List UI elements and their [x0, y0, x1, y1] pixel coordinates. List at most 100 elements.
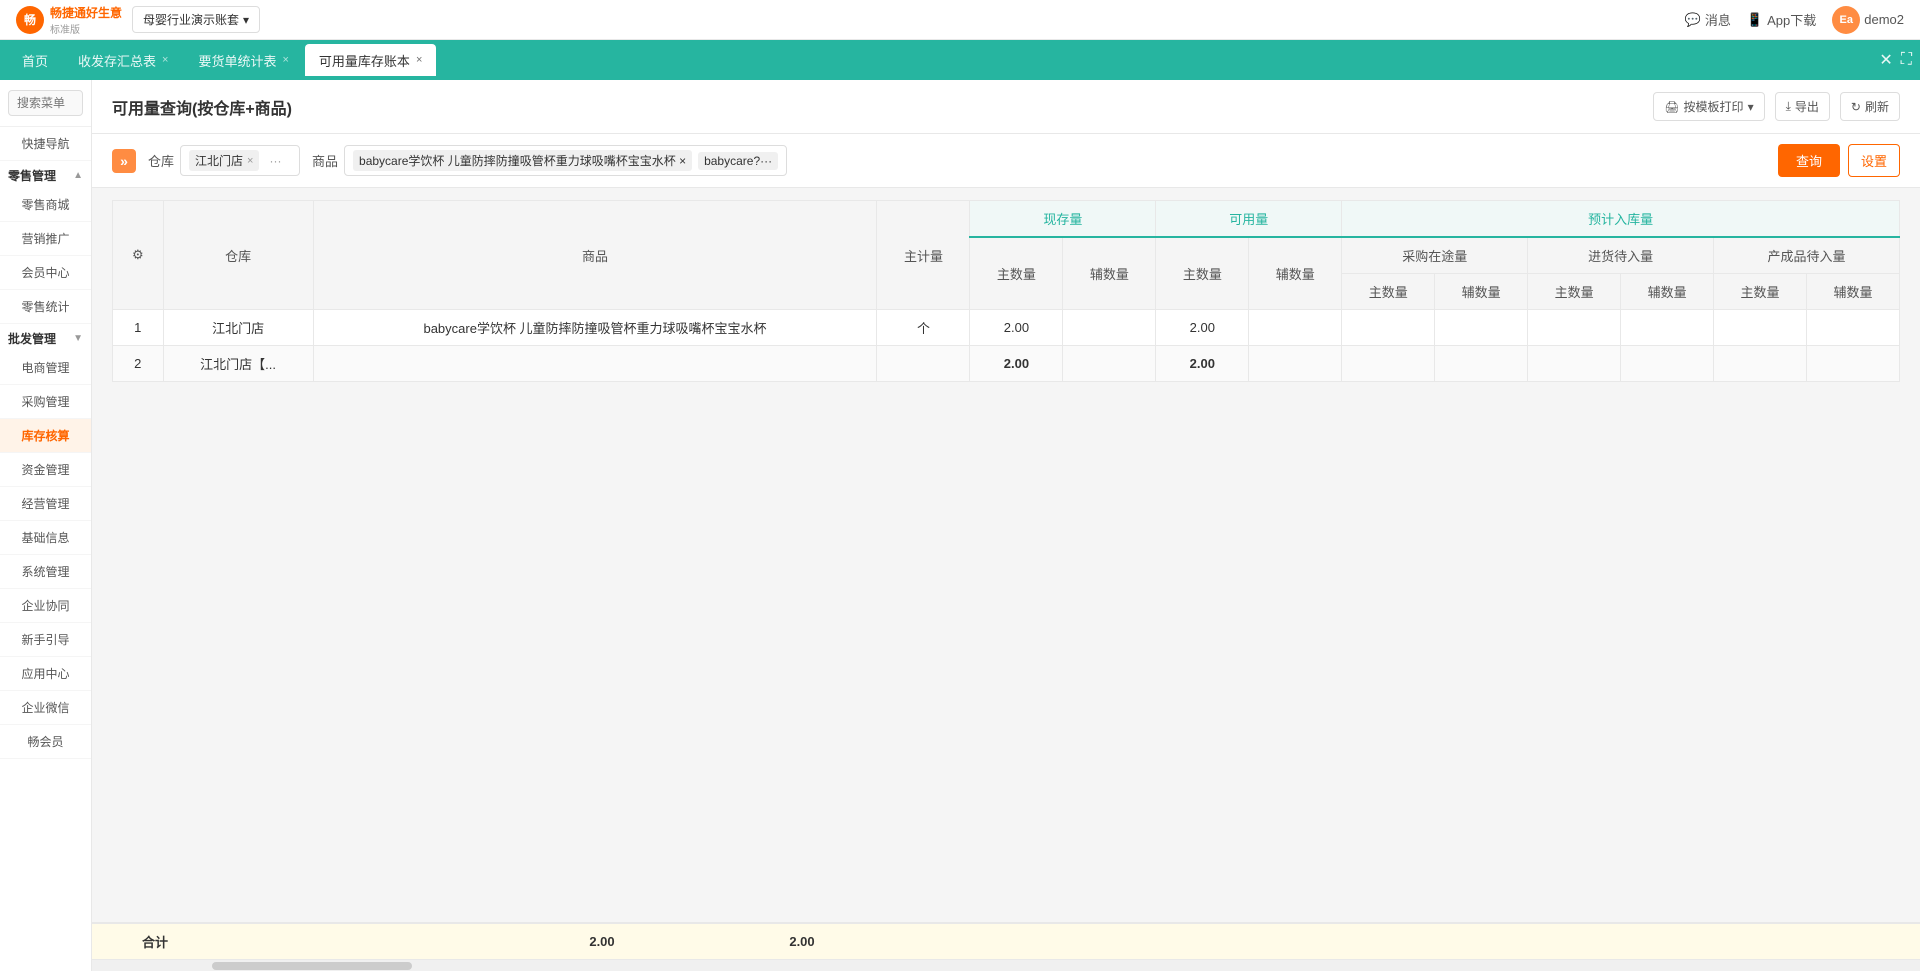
tab-orders-close[interactable]: × — [282, 54, 288, 66]
export-icon: ⤓ — [1786, 99, 1791, 114]
production-aux-header: 辅数量 — [1807, 274, 1900, 310]
incoming-main-header: 主数量 — [1528, 274, 1621, 310]
table-row: 2 江北门店【... 2.00 2.00 — [113, 346, 1900, 382]
production-header: 产成品待入量 — [1714, 237, 1900, 274]
tab-home[interactable]: 首页 — [8, 44, 62, 76]
tab-bar-actions: ✕ ⛶ — [1879, 50, 1912, 70]
sidebar-item-inventory[interactable]: 库存核算 — [0, 419, 91, 453]
footer-label: 合计 — [112, 932, 492, 951]
sidebar-item-ecommerce[interactable]: 电商管理 — [0, 351, 91, 385]
refresh-btn[interactable]: ↻ 刷新 — [1840, 92, 1900, 121]
incoming-header: 进货待入量 — [1528, 237, 1714, 274]
sidebar-item-vip[interactable]: 畅会员 — [0, 725, 91, 759]
row-1-num: 1 — [113, 310, 164, 346]
tab-available[interactable]: 可用量库存账本 × — [305, 44, 436, 76]
row-2-num: 2 — [113, 346, 164, 382]
sidebar-item-members[interactable]: 会员中心 — [0, 256, 91, 290]
table-settings-icon[interactable]: ⚙ — [132, 247, 144, 262]
sidebar-search-area — [0, 80, 91, 127]
warehouse-tag-close[interactable]: × — [247, 155, 253, 167]
product-tag-1: babycare学饮杯 儿童防摔防撞吸管杯重力球吸嘴杯宝宝水杯 × — [353, 150, 692, 171]
purchase-transit-header: 采购在途量 — [1342, 237, 1528, 274]
unit-col-header: 主计量 — [877, 201, 970, 310]
page-header: 可用量查询(按仓库+商品) 🖨 按模板打印 ▾ ⤓ 导出 ↻ 刷新 — [92, 80, 1920, 134]
tab-bar: 首页 收发存汇总表 × 要货单统计表 × 可用量库存账本 × ✕ ⛶ — [0, 40, 1920, 80]
settings-button[interactable]: 设置 — [1848, 144, 1900, 177]
sidebar-item-retail-mall[interactable]: 零售商城 — [0, 188, 91, 222]
warehouse-dots[interactable]: ··· — [265, 154, 285, 168]
product-col-header: 商品 — [313, 201, 877, 310]
sidebar-item-wholesale[interactable]: 批发管理 ▼ — [0, 324, 91, 351]
sidebar-item-basic[interactable]: 基础信息 — [0, 521, 91, 555]
tab-expand-btn[interactable]: ⛶ — [1901, 51, 1912, 69]
row-1-purchase-main — [1342, 310, 1435, 346]
sidebar-item-quicknav[interactable]: 快捷导航 — [0, 127, 91, 161]
warehouse-filter-group: 仓库 江北门店 × ··· — [148, 145, 300, 176]
row-1-incoming-aux — [1621, 310, 1714, 346]
sidebar-search-input[interactable] — [8, 90, 83, 116]
incoming-aux-header: 辅数量 — [1621, 274, 1714, 310]
settings-col-header[interactable]: ⚙ — [113, 201, 164, 310]
sidebar-item-retail[interactable]: 零售管理 ▲ — [0, 161, 91, 188]
export-btn[interactable]: ⤓ 导出 — [1775, 92, 1830, 121]
retail-arrow-icon: ▲ — [73, 170, 83, 181]
row-1-production-main — [1714, 310, 1807, 346]
row-1-avail-aux — [1249, 310, 1342, 346]
filter-expand-btn[interactable]: » — [112, 149, 136, 173]
refresh-icon: ↻ — [1851, 100, 1861, 114]
product-tag-2: babycare?··· — [698, 152, 778, 170]
message-btn[interactable]: 💬 消息 — [1685, 10, 1731, 29]
user-menu[interactable]: Ea demo2 — [1832, 6, 1904, 34]
sidebar-item-marketing[interactable]: 营销推广 — [0, 222, 91, 256]
sidebar-item-enterprise[interactable]: 企业协同 — [0, 589, 91, 623]
page-title: 可用量查询(按仓库+商品) — [112, 95, 292, 119]
product-label: 商品 — [312, 151, 338, 170]
warehouse-tag: 江北门店 × — [189, 150, 259, 171]
row-1-unit: 个 — [877, 310, 970, 346]
avatar: Ea — [1832, 6, 1860, 34]
sidebar-item-purchase[interactable]: 采购管理 — [0, 385, 91, 419]
logo-icon: 畅 — [16, 6, 44, 34]
tab-orders[interactable]: 要货单统计表 × — [184, 44, 302, 76]
row-1-production-aux — [1807, 310, 1900, 346]
tab-receipts[interactable]: 收发存汇总表 × — [64, 44, 182, 76]
sidebar-item-wechat[interactable]: 企业微信 — [0, 691, 91, 725]
warehouse-input[interactable]: 江北门店 × ··· — [180, 145, 300, 176]
avail-aux-header: 辅数量 — [1249, 237, 1342, 310]
app-download-btn[interactable]: 📱 App下载 — [1747, 10, 1816, 29]
logo-text: 畅捷通好生意 标准版 — [50, 4, 122, 36]
tab-available-close[interactable]: × — [416, 54, 422, 66]
sidebar-item-finance[interactable]: 资金管理 — [0, 453, 91, 487]
sidebar-item-system[interactable]: 系统管理 — [0, 555, 91, 589]
avail-main-header: 主数量 — [1156, 237, 1249, 310]
print-icon: 🖨 — [1664, 100, 1679, 114]
row-2-purchase-aux — [1435, 346, 1528, 382]
row-1-warehouse: 江北门店 — [163, 310, 313, 346]
stock-aux-header: 辅数量 — [1063, 237, 1156, 310]
row-2-incoming-aux — [1621, 346, 1714, 382]
row-2-incoming-main — [1528, 346, 1621, 382]
print-btn[interactable]: 🖨 按模板打印 ▾ — [1653, 92, 1764, 121]
sidebar-item-newuser[interactable]: 新手引导 — [0, 623, 91, 657]
row-1-purchase-aux — [1435, 310, 1528, 346]
row-2-avail-main: 2.00 — [1156, 346, 1249, 382]
product-input[interactable]: babycare学饮杯 儿童防摔防撞吸管杯重力球吸嘴杯宝宝水杯 × babyca… — [344, 145, 787, 176]
industry-selector[interactable]: 母婴行业演示账套 ▾ — [132, 6, 260, 33]
print-dropdown-icon: ▾ — [1748, 100, 1754, 114]
scrollbar-area[interactable] — [92, 959, 1920, 971]
logo-area: 畅 畅捷通好生意 标准版 — [16, 4, 122, 36]
purchase-main-header: 主数量 — [1342, 274, 1435, 310]
wholesale-arrow-icon: ▼ — [73, 333, 83, 344]
tab-close-all-btn[interactable]: ✕ — [1879, 50, 1892, 70]
sidebar-item-appcenter[interactable]: 应用中心 — [0, 657, 91, 691]
production-main-header: 主数量 — [1714, 274, 1807, 310]
content-area: 可用量查询(按仓库+商品) 🖨 按模板打印 ▾ ⤓ 导出 ↻ 刷新 » — [92, 80, 1920, 971]
scrollbar-thumb[interactable] — [212, 962, 412, 970]
tab-receipts-close[interactable]: × — [162, 54, 168, 66]
sidebar-item-ops[interactable]: 经营管理 — [0, 487, 91, 521]
row-1-avail-main: 2.00 — [1156, 310, 1249, 346]
query-button[interactable]: 查询 — [1778, 144, 1840, 177]
row-1-incoming-main — [1528, 310, 1621, 346]
row-2-stock-aux — [1063, 346, 1156, 382]
sidebar-item-retail-stats[interactable]: 零售统计 — [0, 290, 91, 324]
